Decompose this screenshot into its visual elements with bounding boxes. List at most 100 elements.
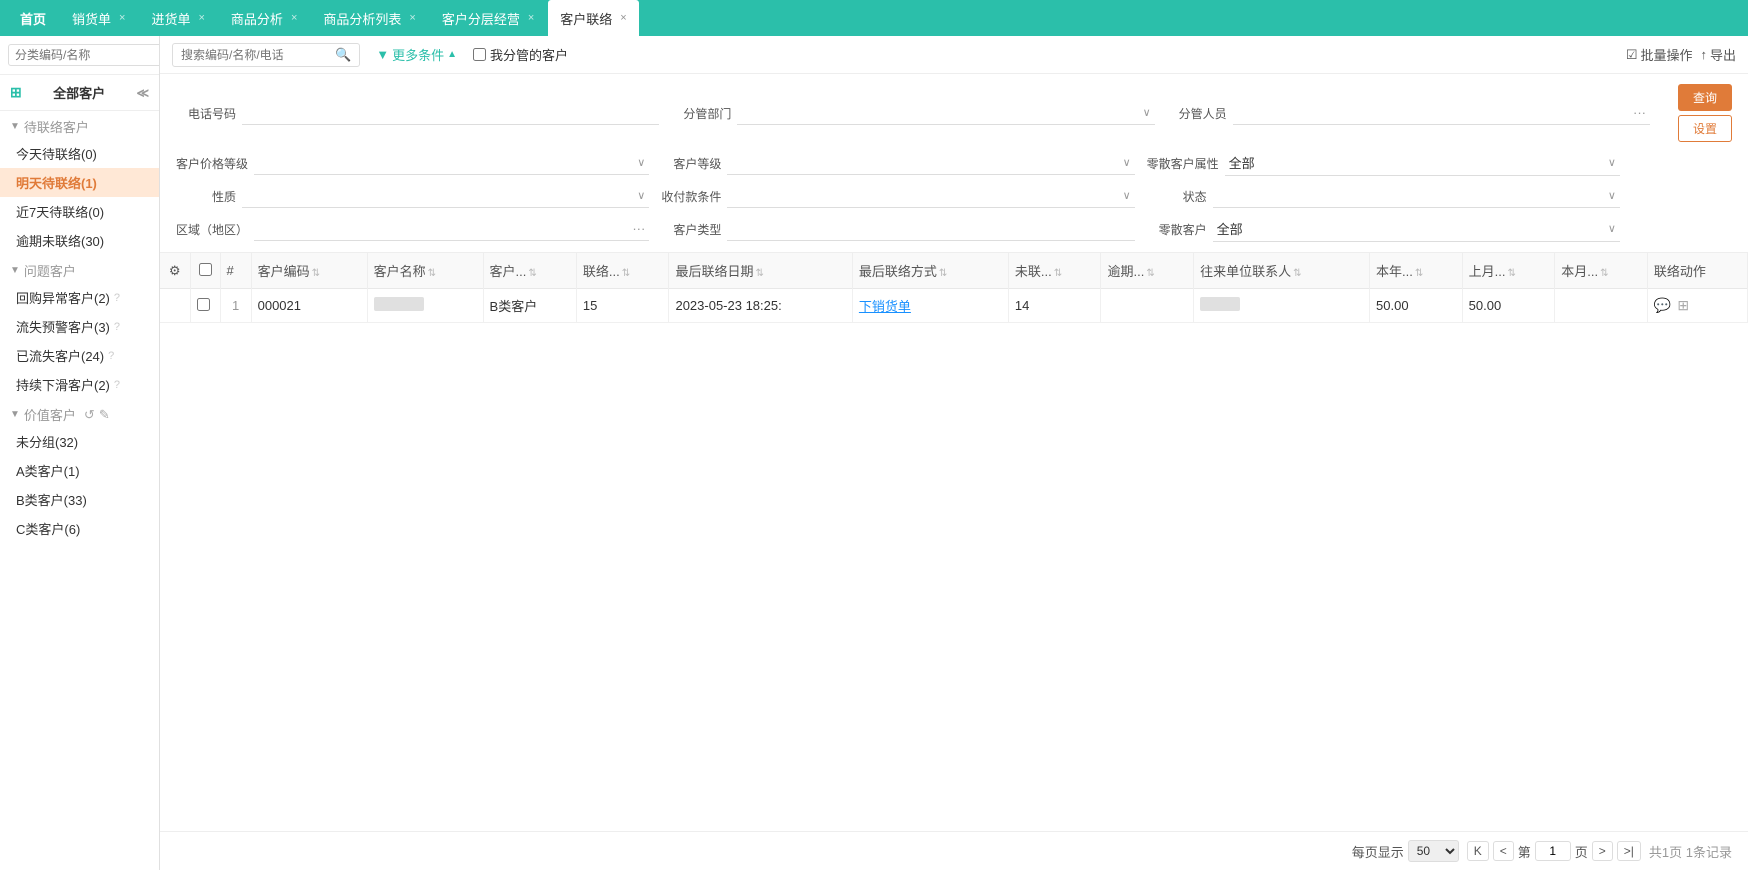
first-page-button[interactable]: K <box>1467 841 1489 861</box>
customer-level-select[interactable]: ∨ <box>727 151 1134 175</box>
filter-payment[interactable]: 收付款条件 ∨ <box>661 184 1134 208</box>
th-type[interactable]: 客户...⇅ <box>483 253 576 289</box>
region-select[interactable]: ··· <box>254 217 649 241</box>
export-button[interactable]: ↑ 导出 <box>1700 45 1736 64</box>
nav-item-analysis[interactable]: 商品分析 × <box>219 0 309 36</box>
sidebar-item-overdue[interactable]: 逾期未联络(30) <box>0 226 159 255</box>
edit-icon[interactable]: ✎ <box>99 407 110 423</box>
manager-select[interactable]: ··· <box>1233 101 1650 125</box>
sidebar-item-class-b[interactable]: B类客户(33) <box>0 485 159 514</box>
filter-nature[interactable]: 性质 ∨ <box>176 184 649 208</box>
filter-manager[interactable]: 分管人员 ··· <box>1167 101 1650 125</box>
sidebar-item-class-c[interactable]: C类客户(6) <box>0 514 159 543</box>
sidebar-item-7days[interactable]: 近7天待联络(0) <box>0 197 159 226</box>
sidebar-search-input[interactable] <box>8 44 160 66</box>
sort-icon: ⇅ <box>939 268 947 279</box>
sidebar-item-ungrouped[interactable]: 未分组(32) <box>0 427 159 456</box>
sidebar-item-churn-warning[interactable]: 流失预警客户(3) ? <box>0 312 159 341</box>
sidebar-group-value: ▼ 价值客户 ↺ ✎ <box>0 399 159 427</box>
status-select[interactable]: ∨ <box>1213 184 1620 208</box>
query-button[interactable]: 查询 <box>1678 84 1732 111</box>
last-method-link[interactable]: 下销货单 <box>859 299 911 314</box>
nav-item-sales[interactable]: 销货单 × <box>60 0 137 36</box>
search-icon[interactable]: 🔍 <box>335 47 351 63</box>
close-icon[interactable]: × <box>119 12 125 24</box>
nav-item-customer-tier[interactable]: 客户分层经营 × <box>430 0 546 36</box>
payment-select[interactable]: ∨ <box>727 184 1134 208</box>
filter-panel: 电话号码 分管部门 ∨ 分管人员 ··· 查询 设置 <box>160 74 1748 253</box>
th-uncontacted[interactable]: 未联...⇅ <box>1008 253 1101 289</box>
sort-icon: ⇅ <box>1600 268 1608 279</box>
refresh-icon[interactable]: ↺ <box>84 407 95 423</box>
filter-customer-level[interactable]: 客户等级 ∨ <box>661 151 1134 175</box>
page-size-select[interactable]: 20 50 100 200 <box>1408 840 1459 862</box>
collapse-icon[interactable]: ≪ <box>136 86 149 100</box>
sidebar-all-customers[interactable]: ⊞ 全部客户 ≪ <box>0 75 159 111</box>
nav-item-analysis-list[interactable]: 商品分析列表 × <box>311 0 427 36</box>
th-overdue[interactable]: 逾期...⇅ <box>1101 253 1194 289</box>
sidebar-group-pending: ▼ 待联络客户 <box>0 111 159 139</box>
prev-page-button[interactable]: < <box>1493 841 1514 861</box>
close-icon[interactable]: × <box>409 12 415 24</box>
triangle-icon: ▼ <box>10 265 20 276</box>
sidebar-item-class-a[interactable]: A类客户(1) <box>0 456 159 485</box>
row-this-year: 50.00 <box>1370 289 1463 323</box>
sidebar-item-abnormal[interactable]: 回购异常客户(2) ? <box>0 283 159 312</box>
row-checkbox[interactable] <box>190 289 220 323</box>
nav-item-home[interactable]: 首页 <box>8 0 58 36</box>
sort-icon: ⇅ <box>428 268 436 279</box>
th-last-contact-method[interactable]: 最后联络方式⇅ <box>852 253 1008 289</box>
triangle-icon: ▼ <box>10 121 20 132</box>
row-select-checkbox[interactable] <box>197 298 210 311</box>
filter-price-level[interactable]: 客户价格等级 ∨ <box>176 151 649 175</box>
sort-icon: ⇅ <box>1508 268 1516 279</box>
filter-scattered-attr[interactable]: 零散客户属性 全部 ∨ <box>1147 150 1620 176</box>
th-last-month[interactable]: 上月...⇅ <box>1462 253 1555 289</box>
close-icon[interactable]: × <box>528 12 534 24</box>
page-number-input[interactable] <box>1535 841 1571 861</box>
th-contact-count[interactable]: 联络...⇅ <box>576 253 669 289</box>
sidebar-item-churned[interactable]: 已流失客户(24) ? <box>0 341 159 370</box>
th-checkbox[interactable] <box>190 253 220 289</box>
select-all-checkbox[interactable] <box>199 263 212 276</box>
sidebar-item-today[interactable]: 今天待联络(0) <box>0 139 159 168</box>
th-this-year[interactable]: 本年...⇅ <box>1370 253 1463 289</box>
search-box[interactable]: 🔍 <box>172 43 360 67</box>
th-this-month[interactable]: 本月...⇅ <box>1555 253 1648 289</box>
filter-scattered[interactable]: 零散客户 全部 ∨ <box>1147 216 1620 242</box>
filter-customer-type[interactable]: 客户类型 <box>661 217 1134 241</box>
row-this-month <box>1555 289 1648 323</box>
row-last-method[interactable]: 下销货单 <box>852 289 1008 323</box>
my-customers-filter[interactable]: 我分管的客户 <box>473 45 568 64</box>
nature-select[interactable]: ∨ <box>242 184 649 208</box>
batch-operation-button[interactable]: ☑ 批量操作 <box>1626 45 1693 64</box>
nature-label: 性质 <box>176 188 236 205</box>
nav-item-purchase[interactable]: 进货单 × <box>139 0 216 36</box>
next-page-button[interactable]: > <box>1592 841 1613 861</box>
filter-dept[interactable]: 分管部门 ∨ <box>671 101 1154 125</box>
th-gear[interactable]: ⚙ <box>160 253 190 289</box>
reset-button[interactable]: 设置 <box>1678 115 1732 142</box>
dept-select[interactable]: ∨ <box>737 101 1154 125</box>
price-level-select[interactable]: ∨ <box>254 151 649 175</box>
close-icon[interactable]: × <box>198 12 204 24</box>
message-icon[interactable]: 💬 <box>1654 297 1671 314</box>
grid-action-icon[interactable]: ⊞ <box>1677 297 1689 314</box>
nav-item-customer-contact[interactable]: 客户联络 × <box>548 0 638 36</box>
close-icon[interactable]: × <box>291 12 297 24</box>
sidebar-item-declining[interactable]: 持续下滑客户(2) ? <box>0 370 159 399</box>
last-page-button[interactable]: >| <box>1617 841 1641 861</box>
close-icon[interactable]: × <box>620 12 626 24</box>
main-search-input[interactable] <box>181 48 331 62</box>
more-conditions-button[interactable]: ▼ 更多条件 ▲ <box>368 42 465 67</box>
sidebar-item-tomorrow[interactable]: 明天待联络(1) <box>0 168 159 197</box>
filter-region[interactable]: 区域（地区） ··· <box>176 217 649 241</box>
th-code[interactable]: 客户编码⇅ <box>251 253 367 289</box>
my-customers-checkbox[interactable] <box>473 48 486 61</box>
sidebar: 🔍 ⊞ 全部客户 ≪ ▼ 待联络客户 今天待联络(0) 明天待联络(1) 近7天… <box>0 36 160 870</box>
sort-icon: ⇅ <box>622 268 630 279</box>
th-last-contact-date[interactable]: 最后联络日期⇅ <box>669 253 852 289</box>
th-name[interactable]: 客户名称⇅ <box>367 253 483 289</box>
th-unit-contact[interactable]: 往来单位联系人⇅ <box>1194 253 1370 289</box>
filter-status[interactable]: 状态 ∨ <box>1147 184 1620 208</box>
